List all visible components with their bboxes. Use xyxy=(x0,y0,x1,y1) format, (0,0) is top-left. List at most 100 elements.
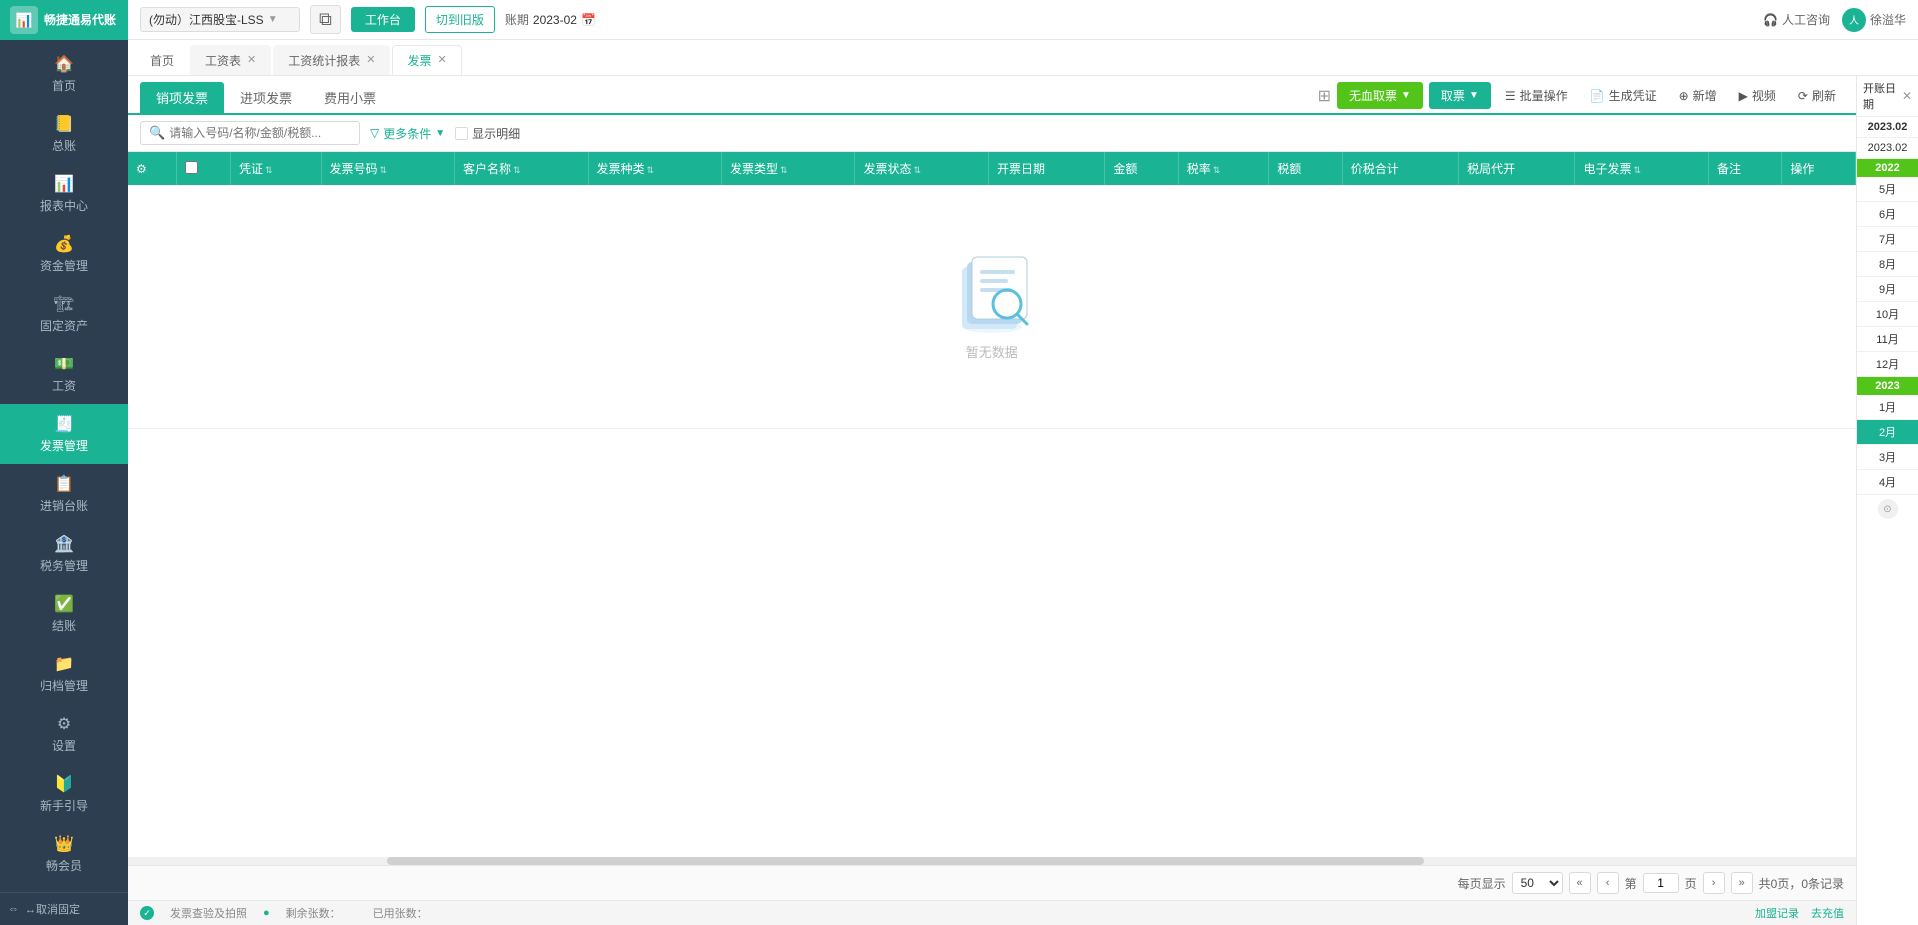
sidebar-item-税务管理[interactable]: 🏦税务管理 xyxy=(0,524,128,584)
nav-icon-11: ⚙ xyxy=(57,714,71,734)
date-month-2023-1月[interactable]: 1月 xyxy=(1857,395,1918,420)
filter-btn[interactable]: ▽ 更多条件 ▼ xyxy=(370,125,445,142)
nav-icon-13: 👑 xyxy=(54,834,74,854)
sidebar-item-资金管理[interactable]: 💰资金管理 xyxy=(0,224,128,284)
video-label: 视频 xyxy=(1752,87,1776,104)
sidebar-item-进销台账[interactable]: 📋进销台账 xyxy=(0,464,128,524)
join-link[interactable]: 加盟记录 xyxy=(1755,905,1799,921)
table-col-7[interactable]: 发票状态⇅ xyxy=(855,152,988,185)
nav-icon-10: 📁 xyxy=(54,654,74,674)
sidebar-item-报表中心[interactable]: 📊报表中心 xyxy=(0,164,128,224)
table-col-4[interactable]: 客户名称⇅ xyxy=(455,152,588,185)
prev-page-btn[interactable]: ‹ xyxy=(1597,872,1619,894)
date-month-2022-10月[interactable]: 10月 xyxy=(1857,302,1918,327)
tab-close-2[interactable]: ✕ xyxy=(366,55,375,66)
video-btn[interactable]: ▶ 视频 xyxy=(1731,82,1784,109)
table-row: 暂无数据 xyxy=(128,185,1856,429)
date-entry-top[interactable]: 2023.02 xyxy=(1857,138,1918,159)
close-panel-icon[interactable]: ✕ xyxy=(1902,89,1912,103)
date-month-2022-7月[interactable]: 7月 xyxy=(1857,227,1918,252)
ai-consult-btn[interactable]: 🎧 人工咨询 xyxy=(1763,11,1830,28)
user-profile[interactable]: 人 徐溢华 xyxy=(1842,8,1906,32)
date-month-2023-4月[interactable]: 4月 xyxy=(1857,470,1918,495)
get-invoice-btn[interactable]: 取票 ▼ xyxy=(1429,82,1491,109)
sidebar-item-发票管理[interactable]: 🧾发票管理 xyxy=(0,404,128,464)
first-page-btn[interactable]: « xyxy=(1569,872,1591,894)
sidebar-bottom-toggle[interactable]: ⇔ ↔取消固定 xyxy=(0,892,128,925)
show-detail-checkbox[interactable] xyxy=(455,127,468,140)
last-page-btn[interactable]: » xyxy=(1731,872,1753,894)
logo-text: 畅捷通易代账 xyxy=(44,13,116,27)
generate-voucher-btn[interactable]: 📄 生成凭证 xyxy=(1582,82,1665,109)
table-col-3[interactable]: 发票号码⇅ xyxy=(321,152,454,185)
copy-button[interactable]: ⧉ xyxy=(310,5,341,34)
date-month-2022-6月[interactable]: 6月 xyxy=(1857,202,1918,227)
sub-tab-进项发票[interactable]: 进项发票 xyxy=(224,82,308,113)
sidebar-toggle-icon: ⇔ xyxy=(8,903,19,915)
sidebar-item-新手引导[interactable]: 🔰新手引导 xyxy=(0,764,128,824)
tab-首页[interactable]: 首页 xyxy=(136,45,188,75)
table-col-13: 税局代开 xyxy=(1459,152,1575,185)
tab-工资表[interactable]: 工资表✕ xyxy=(190,45,271,75)
date-month-2022-9月[interactable]: 9月 xyxy=(1857,277,1918,302)
table-col-5[interactable]: 发票种类⇅ xyxy=(588,152,721,185)
sidebar-item-归档管理[interactable]: 📁归档管理 xyxy=(0,644,128,704)
nav-label-1: 总账 xyxy=(52,137,76,154)
invoice-panel: 销项发票进项发票费用小票 ⊞ 无血取票 ▼ 取票 ▼ ☰ 批量操作 xyxy=(128,76,1856,925)
date-panel-toggle[interactable]: ◀ xyxy=(1856,485,1857,517)
sidebar-item-总账[interactable]: 📒总账 xyxy=(0,104,128,164)
sidebar-item-固定资产[interactable]: 🏗固定资产 xyxy=(0,284,128,344)
nav-icon-2: 📊 xyxy=(54,174,74,194)
switch-old-button[interactable]: 切到旧版 xyxy=(425,6,495,33)
tab-发票[interactable]: 发票✕ xyxy=(392,45,461,75)
new-btn[interactable]: ⊕ 新增 xyxy=(1671,82,1725,109)
batch-ops-btn[interactable]: ☰ 批量操作 xyxy=(1497,82,1576,109)
sidebar-item-畅会员[interactable]: 👑畅会员 xyxy=(0,824,128,884)
nav-label-8: 税务管理 xyxy=(40,557,88,574)
sidebar-item-设置[interactable]: ⚙ 设置 xyxy=(0,704,128,764)
no-invoice-btn[interactable]: 无血取票 ▼ xyxy=(1337,82,1423,109)
workspace-button[interactable]: 工作台 xyxy=(351,7,415,32)
table-col-6[interactable]: 发票类型⇅ xyxy=(721,152,854,185)
period-calendar-icon[interactable]: 📅 xyxy=(581,13,596,27)
company-selector[interactable]: (勿动）江西股宝-LSS ▼ xyxy=(140,7,300,32)
page-number-input[interactable] xyxy=(1643,873,1679,893)
search-input[interactable] xyxy=(169,126,349,140)
refresh-btn[interactable]: ⟳ 刷新 xyxy=(1790,82,1844,109)
page-size-select[interactable]: 50 10 20 100 xyxy=(1512,872,1563,894)
date-month-2022-12月[interactable]: 12月 xyxy=(1857,352,1918,377)
date-entry-top[interactable]: 2023.02 xyxy=(1857,117,1918,138)
date-month-2022-11月[interactable]: 11月 xyxy=(1857,327,1918,352)
select-all-checkbox[interactable] xyxy=(185,161,198,174)
horizontal-scrollbar[interactable] xyxy=(128,857,1856,865)
nav-label-11: 设置 xyxy=(52,737,76,754)
nav-icon-6: 🧾 xyxy=(54,414,74,434)
sub-tab-费用小票[interactable]: 费用小票 xyxy=(308,82,392,113)
date-scroll-btn[interactable]: ⊙ xyxy=(1878,499,1898,519)
sidebar-item-结账[interactable]: ✅结账 xyxy=(0,584,128,644)
date-month-2023-2月[interactable]: 2月 xyxy=(1857,420,1918,445)
tab-工资统计报表[interactable]: 工资统计报表✕ xyxy=(273,45,390,75)
user-avatar: 人 xyxy=(1842,8,1866,32)
table-col-16: 操作 xyxy=(1782,152,1856,185)
nav-label-7: 进销台账 xyxy=(40,497,88,514)
table-col-14[interactable]: 电子发票⇅ xyxy=(1575,152,1708,185)
grid-settings-icon[interactable]: ⊞ xyxy=(1318,86,1331,106)
tab-close-1[interactable]: ✕ xyxy=(247,55,256,66)
get-invoice-label: 取票 xyxy=(1441,87,1465,104)
nav-label-5: 工资 xyxy=(52,377,76,394)
sidebar-item-工资[interactable]: 💵工资 xyxy=(0,344,128,404)
table-col-2[interactable]: 凭证⇅ xyxy=(231,152,322,185)
date-month-2023-3月[interactable]: 3月 xyxy=(1857,445,1918,470)
dot-indicator: ● xyxy=(263,907,270,919)
table-col-10[interactable]: 税率⇅ xyxy=(1178,152,1269,185)
sidebar-item-首页[interactable]: 🏠首页 xyxy=(0,44,128,104)
recharge-link[interactable]: 去充值 xyxy=(1811,905,1844,921)
nav-icon-3: 💰 xyxy=(54,234,74,254)
date-month-2022-8月[interactable]: 8月 xyxy=(1857,252,1918,277)
next-page-btn[interactable]: › xyxy=(1703,872,1725,894)
date-month-2022-5月[interactable]: 5月 xyxy=(1857,177,1918,202)
main-area: (勿动）江西股宝-LSS ▼ ⧉ 工作台 切到旧版 账期 2023-02 📅 🎧… xyxy=(128,0,1918,925)
sub-tab-销项发票[interactable]: 销项发票 xyxy=(140,82,224,113)
tab-close-3[interactable]: ✕ xyxy=(438,55,447,66)
